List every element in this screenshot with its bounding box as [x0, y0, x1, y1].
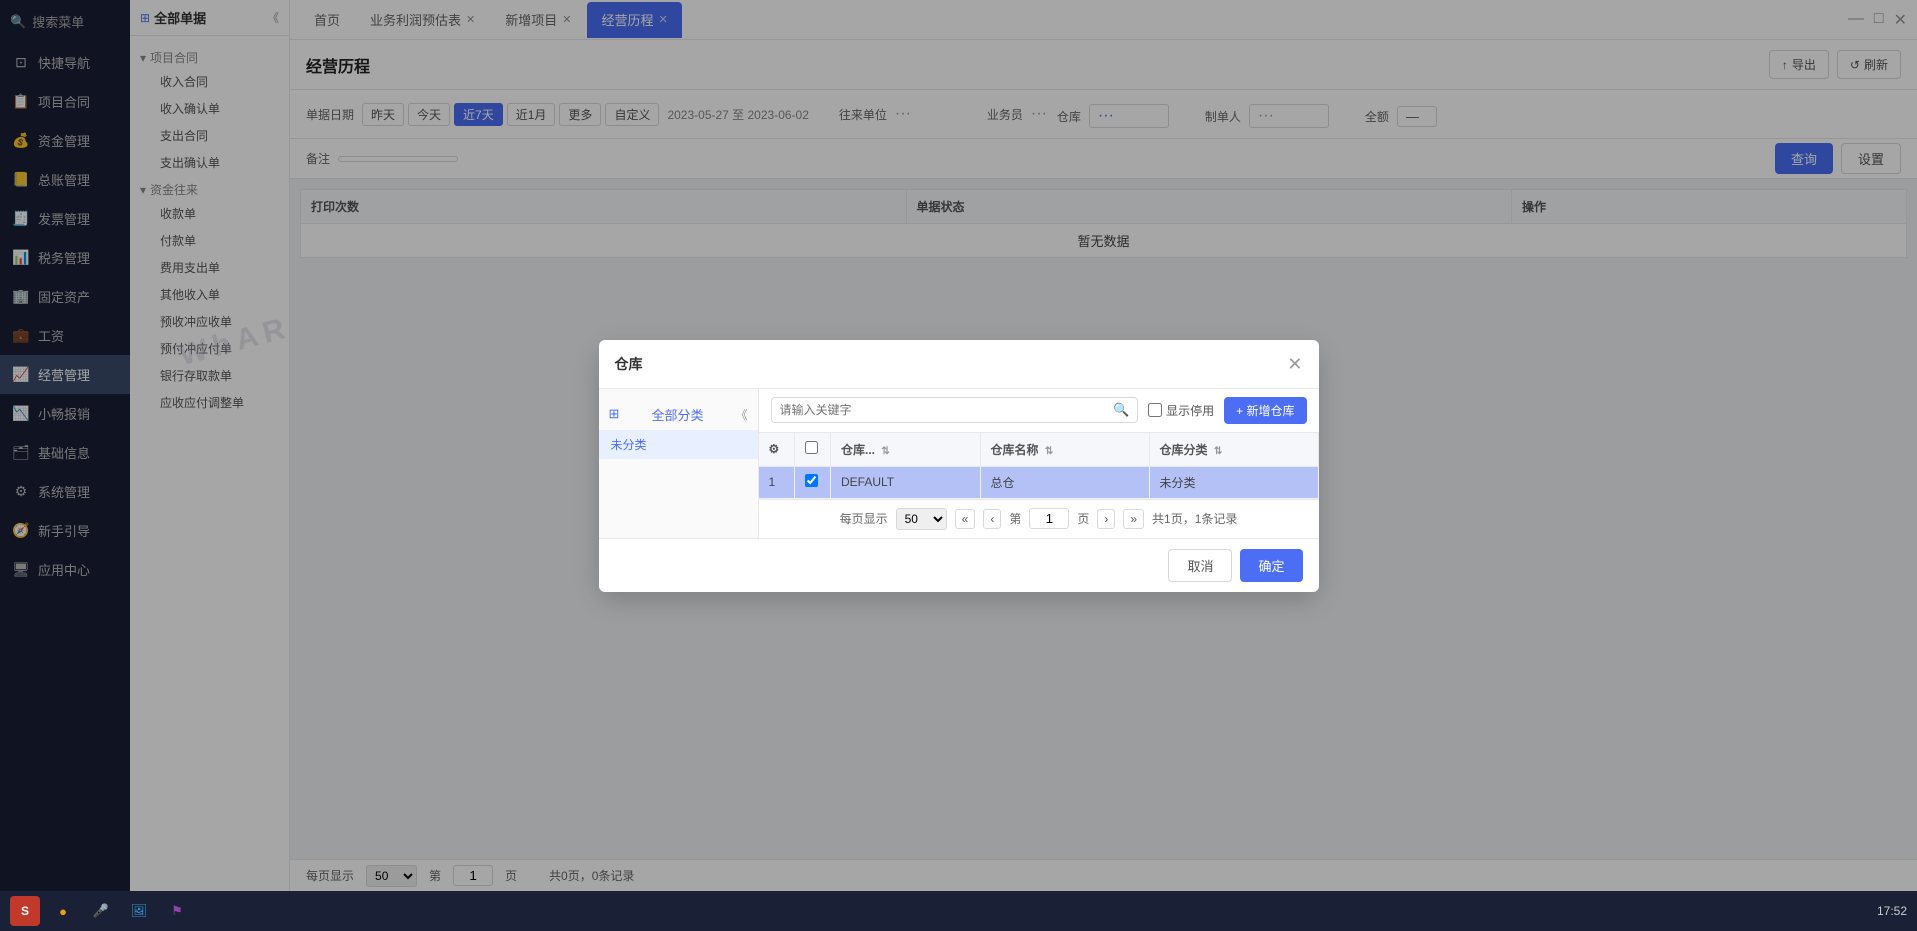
modal-next-page-btn[interactable]: ›	[1097, 509, 1115, 529]
sort-icon-name: ⇅	[1045, 446, 1053, 457]
col-warehouse-category[interactable]: 仓库分类 ⇅	[1149, 433, 1318, 467]
modal-sidebar: ⊞ 全部分类 《 未分类	[599, 389, 759, 538]
modal-table: ⚙ 仓库... ⇅ 仓库名称	[759, 433, 1319, 499]
col-select-all[interactable]	[795, 433, 831, 467]
modal-main: 🔍 显示停用 + 新增仓库 ⚙	[759, 389, 1319, 538]
modal-header: 仓库 ✕	[599, 340, 1319, 389]
col-warehouse-name[interactable]: 仓库名称 ⇅	[980, 433, 1149, 467]
taskbar: S ● 🎤 🖼 ⚑ 17:52	[0, 891, 1917, 931]
gear-icon: ⚙	[769, 442, 780, 456]
taskbar-time: 17:52	[1877, 904, 1907, 918]
modal-confirm-button[interactable]: 确定	[1240, 549, 1302, 582]
modal-sidebar-item-uncategorized[interactable]: 未分类	[599, 430, 758, 459]
row-checkbox[interactable]	[805, 474, 818, 487]
row-code-cell: DEFAULT	[831, 466, 981, 498]
modal-search-input[interactable]	[780, 403, 1109, 417]
add-warehouse-button[interactable]: + 新增仓库	[1224, 397, 1306, 424]
taskbar-app3[interactable]: 🖼	[124, 896, 154, 926]
modal-footer-buttons: 取消 确定	[599, 538, 1319, 592]
modal-overlay: 仓库 ✕ ⊞ 全部分类 《 未分类 🔍	[0, 0, 1917, 931]
modal-per-page-label: 每页显示	[840, 510, 888, 527]
modal-per-page-select[interactable]: 50 100	[896, 508, 947, 530]
row-name-cell: 总仓	[980, 466, 1149, 498]
modal-sidebar-all[interactable]: ⊞ 全部分类 《	[599, 399, 758, 430]
col-settings-icon[interactable]: ⚙	[759, 433, 795, 467]
col-warehouse-code[interactable]: 仓库... ⇅	[831, 433, 981, 467]
table-row[interactable]: 1 DEFAULT 总仓 未分类	[759, 466, 1319, 498]
sort-icon-code: ⇅	[881, 446, 889, 457]
taskbar-start-icon[interactable]: S	[10, 896, 40, 926]
modal-title: 仓库	[615, 354, 643, 374]
show-disabled-checkbox[interactable]	[1148, 403, 1162, 417]
warehouse-modal: 仓库 ✕ ⊞ 全部分类 《 未分类 🔍	[599, 340, 1319, 592]
sort-icon-category: ⇅	[1214, 446, 1222, 457]
taskbar-right: 17:52	[1877, 904, 1907, 918]
taskbar-app2[interactable]: 🎤	[86, 896, 116, 926]
taskbar-app1[interactable]: ●	[48, 896, 78, 926]
show-disabled-label[interactable]: 显示停用	[1148, 402, 1214, 419]
modal-search-icon: 🔍	[1113, 402, 1129, 418]
row-checkbox-cell[interactable]	[795, 466, 831, 498]
select-all-checkbox[interactable]	[805, 441, 818, 454]
modal-toolbar: 🔍 显示停用 + 新增仓库	[759, 389, 1319, 433]
all-categories-icon: ⊞	[609, 406, 620, 422]
row-category-cell: 未分类	[1149, 466, 1318, 498]
modal-cancel-button[interactable]: 取消	[1168, 549, 1232, 582]
row-id-cell: 1	[759, 466, 795, 498]
modal-page-label: 第	[1009, 510, 1021, 527]
modal-sidebar-collapse[interactable]: 《	[735, 406, 747, 423]
modal-first-page-btn[interactable]: «	[955, 509, 976, 529]
taskbar-left: S ● 🎤 🖼 ⚑	[10, 896, 192, 926]
modal-body: ⊞ 全部分类 《 未分类 🔍 显示停用	[599, 389, 1319, 538]
modal-table-area: ⚙ 仓库... ⇅ 仓库名称	[759, 433, 1319, 499]
modal-search-box[interactable]: 🔍	[771, 397, 1139, 423]
modal-total: 共1页，1条记录	[1152, 510, 1237, 527]
modal-page-unit: 页	[1077, 510, 1089, 527]
modal-close-button[interactable]: ✕	[1287, 355, 1302, 373]
modal-pagination: 每页显示 50 100 « ‹ 第 页 › » 共1页，1条记录	[759, 499, 1319, 538]
modal-last-page-btn[interactable]: »	[1123, 509, 1144, 529]
taskbar-app4[interactable]: ⚑	[162, 896, 192, 926]
modal-page-input[interactable]	[1029, 508, 1069, 529]
modal-prev-page-btn[interactable]: ‹	[983, 509, 1001, 529]
